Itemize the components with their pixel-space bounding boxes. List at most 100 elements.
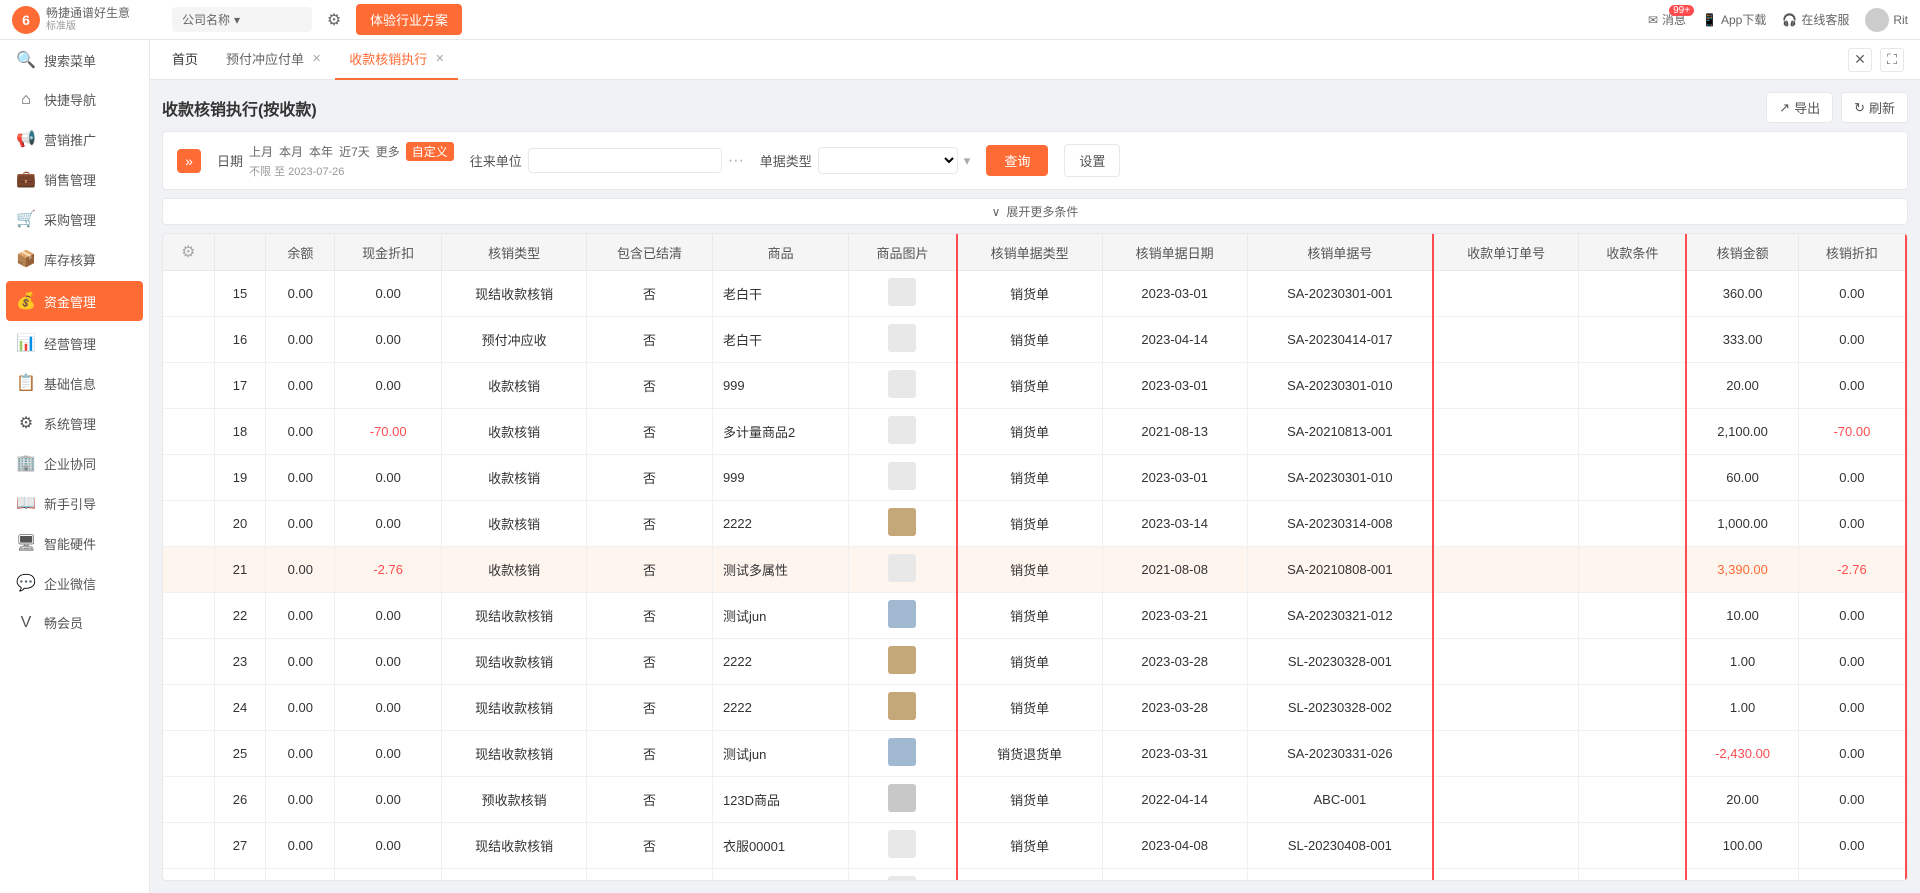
sidebar-item-vip[interactable]: V畅会员	[0, 603, 149, 642]
gear-button[interactable]: ⚙	[320, 6, 348, 34]
filter-settings-button[interactable]: 设置	[1064, 144, 1120, 177]
sidebar-item-search[interactable]: 🔍搜索菜单	[0, 40, 149, 80]
cell-goods: 2222	[712, 639, 848, 685]
cell-cash-discount: 0.00	[335, 639, 442, 685]
user-area[interactable]: Rit	[1865, 8, 1908, 32]
logo-area: 6 畅捷通谱好生意 标准版	[12, 6, 162, 34]
bill-no-link[interactable]: SA-20210808-001	[1287, 562, 1393, 577]
expand-button[interactable]: ⛶	[1880, 48, 1904, 72]
cell-write-off-type: 收款核销	[442, 409, 587, 455]
tab-close-prepay[interactable]: ✕	[312, 52, 321, 65]
sidebar-label-inventory: 库存核算	[44, 250, 96, 269]
cell-goods-image	[849, 731, 957, 777]
cell-write-off-discount: 0.00	[1798, 869, 1906, 882]
bill-no-link[interactable]: SA-20230414-017	[1287, 332, 1393, 347]
cell-included-settled: 否	[587, 685, 713, 731]
cell-seq: 22	[214, 593, 266, 639]
sidebar-item-sales[interactable]: 💼销售管理	[0, 159, 149, 199]
cell-receipt-order-no	[1433, 363, 1579, 409]
sidebar-item-enterprise[interactable]: 🏢企业协同	[0, 443, 149, 483]
bill-no-link[interactable]: SA-20230301-010	[1287, 378, 1393, 393]
bill-no-link[interactable]: SA-20230314-008	[1287, 516, 1393, 531]
cell-bill-no: SA-20230331-026	[1247, 731, 1433, 777]
export-button[interactable]: ↗ 导出	[1766, 92, 1833, 123]
sidebar-item-finance[interactable]: 💰资金管理	[6, 281, 143, 321]
cell-write-off-type: 现结收款核销	[442, 869, 587, 882]
cell-receipt-order-no	[1433, 317, 1579, 363]
cell-cash-discount: 0.00	[335, 731, 442, 777]
table-header-row: ⚙ 余额 现金折扣 核销类型 包含已结清 商品 商品图片 核销单据类型 核销单据…	[163, 234, 1906, 271]
cell-settings	[163, 823, 214, 869]
sidebar-icon-finance: 💰	[16, 291, 36, 311]
cell-bill-date: 2023-03-01	[1102, 271, 1247, 317]
bill-no-link[interactable]: SA-20230301-001	[1287, 286, 1393, 301]
sidebar-icon-purchase: 🛒	[16, 209, 36, 229]
cell-seq: 28	[214, 869, 266, 882]
sidebar-item-marketing[interactable]: 📢营销推广	[0, 119, 149, 159]
tab-collection[interactable]: 收款核销执行✕	[335, 40, 458, 80]
bill-no-link[interactable]: SA-20230321-012	[1287, 608, 1393, 623]
this-year-btn[interactable]: 本年	[309, 143, 333, 160]
table-row: 20 0.00 0.00 收款核销 否 2222 销货单 2023-03-14 …	[163, 501, 1906, 547]
cell-cash-discount: -70.00	[335, 409, 442, 455]
sidebar-item-hardware[interactable]: 🖥智能硬件	[0, 523, 149, 563]
partner-dots[interactable]: ···	[728, 152, 744, 170]
cell-settings	[163, 547, 214, 593]
tab-prepay[interactable]: 预付冲应付单✕	[212, 40, 335, 80]
table-row: 24 0.00 0.00 现结收款核销 否 2222 销货单 2023-03-2…	[163, 685, 1906, 731]
sidebar-item-wechat[interactable]: 💬企业微信	[0, 563, 149, 603]
cell-seq: 27	[214, 823, 266, 869]
tab-home[interactable]: 首页	[158, 40, 212, 80]
sidebar-item-purchase[interactable]: 🛒采购管理	[0, 199, 149, 239]
bill-no-link[interactable]: SA-20210813-001	[1287, 424, 1393, 439]
cell-goods: 多计量商品2	[712, 409, 848, 455]
message-button[interactable]: ✉ 消息 99+	[1648, 11, 1686, 28]
bill-no-link[interactable]: SA-20230301-010	[1287, 470, 1393, 485]
sidebar-item-guide[interactable]: 📖新手引导	[0, 483, 149, 523]
cell-write-off-discount: 0.00	[1798, 685, 1906, 731]
sidebar-item-base[interactable]: 📋基础信息	[0, 363, 149, 403]
trial-button[interactable]: 体验行业方案	[356, 4, 462, 35]
sidebar-label-shortcuts: 快捷导航	[44, 90, 96, 109]
bill-no-link[interactable]: SL-20230328-001	[1288, 654, 1392, 669]
tab-close-collection[interactable]: ✕	[435, 52, 444, 65]
last7days-btn[interactable]: 近7天	[339, 143, 370, 160]
query-button[interactable]: 查询	[986, 145, 1048, 176]
sidebar-item-system[interactable]: ⚙系统管理	[0, 403, 149, 443]
bill-no-link[interactable]: ABC-001	[1313, 792, 1366, 807]
message-icon: ✉	[1648, 13, 1658, 27]
cell-bill-no: SL-20230328-001	[1247, 639, 1433, 685]
cell-write-off-discount: 0.00	[1798, 363, 1906, 409]
th-cash-discount: 现金折扣	[335, 234, 442, 271]
expand-more-bar[interactable]: ∨ 展开更多条件	[162, 198, 1908, 225]
tab-bar: 首页预付冲应付单✕收款核销执行✕✕⛶	[150, 40, 1920, 80]
more-date-btn[interactable]: 更多	[376, 143, 400, 160]
cell-balance: 0.00	[266, 547, 335, 593]
bill-type-select[interactable]	[818, 147, 958, 174]
refresh-button[interactable]: ↻ 刷新	[1841, 92, 1908, 123]
sidebar-item-shortcuts[interactable]: ⌂快捷导航	[0, 80, 149, 119]
cell-bill-date: 2023-03-31	[1102, 731, 1247, 777]
sidebar-item-operations[interactable]: 📊经营管理	[0, 323, 149, 363]
table-row: 17 0.00 0.00 收款核销 否 999 销货单 2023-03-01 S…	[163, 363, 1906, 409]
table-row: 19 0.00 0.00 收款核销 否 999 销货单 2023-03-01 S…	[163, 455, 1906, 501]
top-bar: 6 畅捷通谱好生意 标准版 公司名称 ▾ ⚙ 体验行业方案 ✉ 消息 99+ 📱…	[0, 0, 1920, 40]
expand-filter-button[interactable]: »	[177, 149, 201, 173]
close-tab-button[interactable]: ✕	[1848, 48, 1872, 72]
last-month-btn[interactable]: 上月	[249, 143, 273, 160]
app-download-button[interactable]: 📱 App下载	[1702, 11, 1766, 28]
this-month-btn[interactable]: 本月	[279, 143, 303, 160]
th-write-off-amount: 核销金额	[1686, 234, 1798, 271]
partner-input[interactable]	[528, 148, 722, 173]
cell-balance: 0.00	[266, 271, 335, 317]
bill-no-link[interactable]: SA-20230331-026	[1287, 746, 1393, 761]
th-settings[interactable]: ⚙	[163, 234, 214, 271]
bill-no-link[interactable]: SL-20230328-002	[1288, 700, 1392, 715]
custom-date-btn[interactable]: 自定义	[406, 142, 454, 161]
bill-no-link[interactable]: SL-20230408-001	[1288, 838, 1392, 853]
company-selector[interactable]: 公司名称 ▾	[172, 7, 312, 32]
th-write-off-type: 核销类型	[442, 234, 587, 271]
cell-receipt-order-no	[1433, 455, 1579, 501]
online-service-button[interactable]: 🎧 在线客服	[1782, 11, 1849, 28]
sidebar-item-inventory[interactable]: 📦库存核算	[0, 239, 149, 279]
